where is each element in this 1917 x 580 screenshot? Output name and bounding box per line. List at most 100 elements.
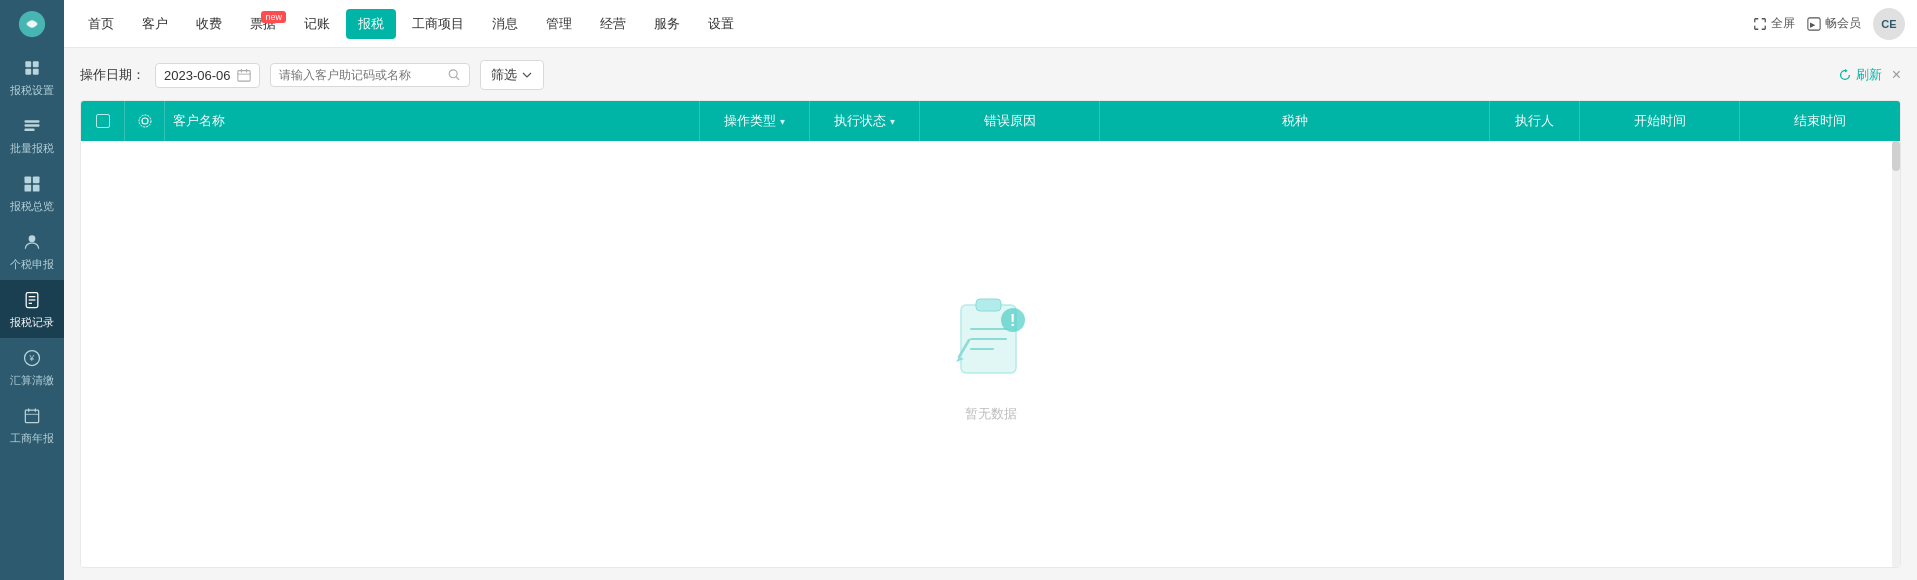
th-tax: 税种 <box>1100 101 1490 141</box>
date-label: 操作日期： <box>80 66 145 84</box>
svg-rect-25 <box>237 71 249 82</box>
nav-home[interactable]: 首页 <box>76 9 126 39</box>
member-button[interactable]: ▶ 畅会员 <box>1807 15 1861 32</box>
filter-label: 筛选 <box>491 66 517 84</box>
svg-text:¥: ¥ <box>29 353 35 363</box>
sidebar-item-gongshang-nianbao[interactable]: 工商年报 <box>0 396 64 454</box>
sort-icon-op-type: ▾ <box>780 116 785 127</box>
empty-state: ! 暂无数据 <box>941 285 1041 423</box>
annual-icon <box>20 404 44 428</box>
fullscreen-button[interactable]: 全屏 <box>1753 15 1795 32</box>
sidebar-item-baoshui-zonglang[interactable]: 报税总览 <box>0 164 64 222</box>
svg-rect-2 <box>33 61 39 67</box>
svg-rect-34 <box>976 299 1001 311</box>
user-avatar[interactable]: CE <box>1873 8 1905 40</box>
data-table: 客户名称 操作类型 ▾ 执行状态 ▾ 错误原因 税种 执行人 <box>80 100 1901 568</box>
record-icon <box>20 288 44 312</box>
column-settings-icon <box>137 113 153 129</box>
svg-rect-11 <box>33 185 40 192</box>
calendar-icon <box>237 68 251 82</box>
topnav-items: 首页 客户 收费 票据 new 记账 报税 工商项目 消息 管理 经营 服务 设… <box>76 9 1753 39</box>
nav-jiz[interactable]: 记账 <box>292 9 342 39</box>
svg-line-30 <box>456 77 459 80</box>
th-settings[interactable] <box>125 101 165 141</box>
scrollbar-thumb[interactable] <box>1892 141 1900 171</box>
th-op-type[interactable]: 操作类型 ▾ <box>700 101 810 141</box>
th-end-time: 结束时间 <box>1740 101 1900 141</box>
search-box[interactable] <box>270 63 470 87</box>
batch-icon <box>20 114 44 138</box>
sidebar-item-huisuan-jiaona[interactable]: ¥ 汇算清缴 <box>0 338 64 396</box>
settings-icon <box>20 56 44 80</box>
sort-icon-status: ▾ <box>890 116 895 127</box>
toolbar: 操作日期： 2023-06-06 筛选 <box>80 60 1901 90</box>
svg-rect-3 <box>25 69 31 75</box>
empty-illustration: ! <box>941 285 1041 395</box>
overview-icon <box>20 172 44 196</box>
date-picker[interactable]: 2023-06-06 <box>155 63 260 88</box>
svg-rect-10 <box>25 185 32 192</box>
svg-rect-1 <box>25 61 31 67</box>
sidebar-item-label: 报税设置 <box>10 83 54 98</box>
nav-xiaoxi[interactable]: 消息 <box>480 9 530 39</box>
sidebar-item-baoshui-shezhi[interactable]: 报税设置 <box>0 48 64 106</box>
close-button[interactable]: × <box>1892 67 1901 83</box>
select-all-checkbox[interactable] <box>96 114 110 128</box>
sidebar-item-label: 批量报税 <box>10 141 54 156</box>
sidebar-logo <box>0 0 64 48</box>
svg-rect-9 <box>33 177 40 184</box>
svg-point-31 <box>142 118 148 124</box>
chevron-down-icon <box>521 69 533 81</box>
nav-shoufei[interactable]: 收费 <box>184 9 234 39</box>
th-status[interactable]: 执行状态 ▾ <box>810 101 920 141</box>
content-area: 操作日期： 2023-06-06 筛选 <box>64 48 1917 580</box>
svg-rect-8 <box>25 177 32 184</box>
nav-shezhi[interactable]: 设置 <box>696 9 746 39</box>
table-body: ! 暂无数据 <box>81 141 1900 567</box>
empty-text: 暂无数据 <box>965 405 1017 423</box>
nav-gongshang[interactable]: 工商项目 <box>400 9 476 39</box>
sidebar-item-baoshui-jilu[interactable]: 报税记录 <box>0 280 64 338</box>
nav-piao[interactable]: 票据 new <box>238 9 288 39</box>
svg-point-12 <box>29 235 36 242</box>
filter-button[interactable]: 筛选 <box>480 60 544 90</box>
fullscreen-icon <box>1753 17 1767 31</box>
svg-text:▶: ▶ <box>1810 20 1816 27</box>
search-input[interactable] <box>279 68 444 82</box>
sidebar-item-geshuishen-bao[interactable]: 个税申报 <box>0 222 64 280</box>
nav-jingying[interactable]: 经营 <box>588 9 638 39</box>
svg-point-32 <box>139 115 151 127</box>
sidebar-item-label: 工商年报 <box>10 431 54 446</box>
refresh-icon <box>1838 68 1852 82</box>
sidebar-item-piliang-baoshui[interactable]: 批量报税 <box>0 106 64 164</box>
refresh-label: 刷新 <box>1856 66 1882 84</box>
th-start-time: 开始时间 <box>1580 101 1740 141</box>
main-area: 首页 客户 收费 票据 new 记账 报税 工商项目 消息 管理 经营 服务 设… <box>64 0 1917 580</box>
th-checkbox[interactable] <box>81 101 125 141</box>
nav-guanli[interactable]: 管理 <box>534 9 584 39</box>
personal-tax-icon <box>20 230 44 254</box>
svg-point-29 <box>449 70 457 78</box>
svg-rect-6 <box>25 124 40 127</box>
sidebar: 报税设置 批量报税 报税总览 <box>0 0 64 580</box>
svg-rect-19 <box>25 410 38 423</box>
topnav: 首页 客户 收费 票据 new 记账 报税 工商项目 消息 管理 经营 服务 设… <box>64 0 1917 48</box>
nav-customer[interactable]: 客户 <box>130 9 180 39</box>
piao-badge: new <box>261 11 286 23</box>
sidebar-item-label: 报税记录 <box>10 315 54 330</box>
table-header: 客户名称 操作类型 ▾ 执行状态 ▾ 错误原因 税种 执行人 <box>81 101 1900 141</box>
svg-rect-5 <box>25 120 40 123</box>
scrollbar[interactable] <box>1892 141 1900 567</box>
th-client: 客户名称 <box>165 101 700 141</box>
svg-rect-4 <box>33 69 39 75</box>
search-icon <box>448 68 461 82</box>
sidebar-item-label: 汇算清缴 <box>10 373 54 388</box>
nav-baoshui[interactable]: 报税 <box>346 9 396 39</box>
svg-text:!: ! <box>1010 312 1015 329</box>
sidebar-item-label: 个税申报 <box>10 257 54 272</box>
nav-fuwu[interactable]: 服务 <box>642 9 692 39</box>
svg-rect-7 <box>25 129 35 132</box>
settlement-icon: ¥ <box>20 346 44 370</box>
refresh-button[interactable]: 刷新 <box>1838 66 1882 84</box>
sidebar-item-label: 报税总览 <box>10 199 54 214</box>
